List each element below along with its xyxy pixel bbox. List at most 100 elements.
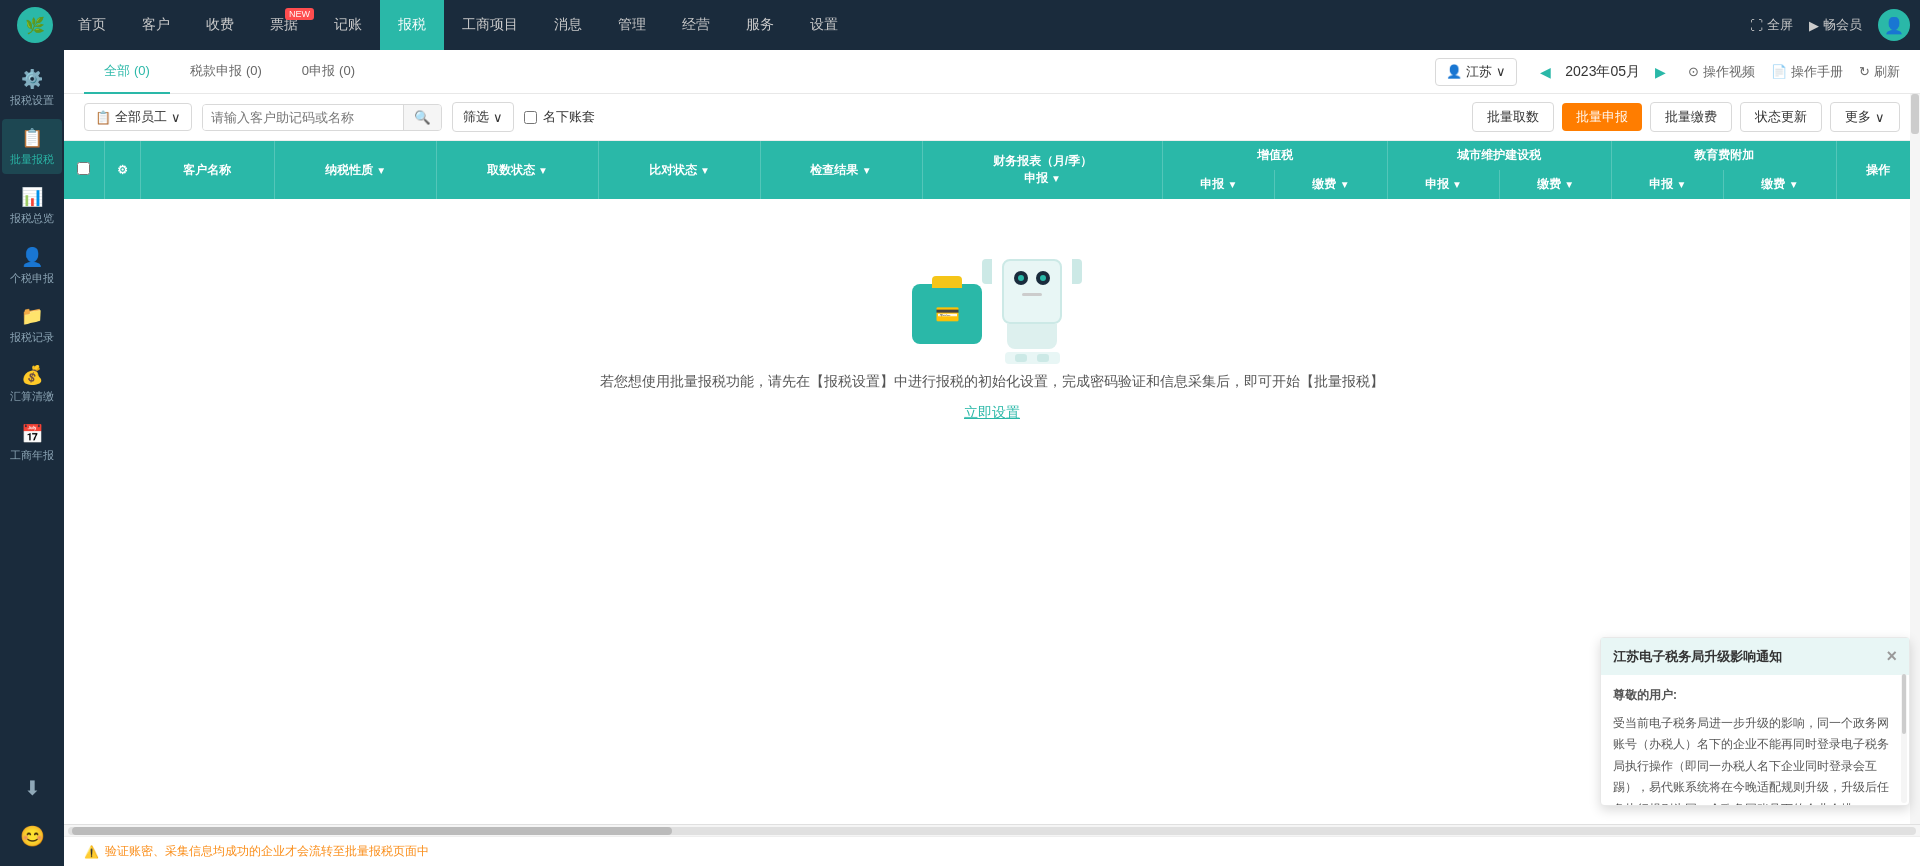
- nav-item-operation[interactable]: 经营: [664, 0, 728, 50]
- nav-item-invoice[interactable]: 票据 NEW: [252, 0, 316, 50]
- top-nav: 🌿 首页 客户 收费 票据 NEW 记账 报税 工商项目 消息 管理 经营 服务…: [0, 0, 1920, 50]
- nav-item-bookkeeping[interactable]: 记账: [316, 0, 380, 50]
- tax-overview-icon: 📊: [21, 186, 43, 208]
- sidebar-item-settlement[interactable]: 💰 汇算清缴: [2, 356, 62, 411]
- batch-declare-btn[interactable]: 批量申报: [1562, 103, 1642, 131]
- tabs-left: 全部 (0) 税款申报 (0) 0申报 (0): [84, 50, 375, 94]
- nav-item-settings[interactable]: 设置: [792, 0, 856, 50]
- setup-link[interactable]: 立即设置: [964, 404, 1020, 422]
- vat-declare-filter-icon[interactable]: ▼: [1228, 179, 1238, 190]
- tab-zero-declaration[interactable]: 0申报 (0): [282, 50, 375, 94]
- sidebar-item-batch-tax[interactable]: 📋 批量报税: [2, 119, 62, 174]
- nav-item-service[interactable]: 服务: [728, 0, 792, 50]
- tab-all[interactable]: 全部 (0): [84, 50, 170, 94]
- nav-item-management[interactable]: 管理: [600, 0, 664, 50]
- employee-icon: 📋: [95, 110, 111, 125]
- city-pay-filter-icon[interactable]: ▼: [1564, 179, 1574, 190]
- warning-icon: ⚠️: [84, 845, 99, 859]
- video-btn[interactable]: ⊙ 操作视频: [1688, 63, 1755, 81]
- video-icon: ⊙: [1688, 64, 1699, 79]
- member-icon: ▶: [1809, 18, 1819, 33]
- nav-item-home[interactable]: 首页: [60, 0, 124, 50]
- fetch-status-filter-icon[interactable]: ▼: [538, 165, 548, 176]
- empty-state: 💳: [64, 199, 1920, 482]
- nav-item-business[interactable]: 工商项目: [444, 0, 536, 50]
- new-badge: NEW: [285, 8, 314, 20]
- nav-item-billing[interactable]: 收费: [188, 0, 252, 50]
- filter-btn[interactable]: 筛选 ∨: [452, 102, 514, 132]
- refresh-btn[interactable]: ↻ 刷新: [1859, 63, 1900, 81]
- manual-btn[interactable]: 📄 操作手册: [1771, 63, 1843, 81]
- settlement-icon: 💰: [21, 364, 43, 386]
- province-user-icon: 👤: [1446, 64, 1462, 79]
- layout: ⚙️ 报税设置 📋 批量报税 📊 报税总览 👤 个税申报 📁 报税记录 💰 汇算…: [0, 50, 1920, 866]
- batch-tax-icon: 📋: [21, 127, 43, 149]
- sidebar-item-annual-report[interactable]: 📅 工商年报: [2, 415, 62, 470]
- check-result-filter-icon[interactable]: ▼: [862, 165, 872, 176]
- tab-all-count: (0): [134, 63, 150, 78]
- member-btn[interactable]: ▶ 畅会员: [1809, 16, 1862, 34]
- tax-type-filter-icon[interactable]: ▼: [376, 165, 386, 176]
- v-scroll-thumb[interactable]: [1902, 674, 1906, 734]
- h-scroll-area[interactable]: [64, 824, 1920, 836]
- v-scroll-indicator[interactable]: [1901, 674, 1907, 803]
- sidebar-item-personal-tax[interactable]: 👤 个税申报: [2, 238, 62, 293]
- sidebar: ⚙️ 报税设置 📋 批量报税 📊 报税总览 👤 个税申报 📁 报税记录 💰 汇算…: [0, 50, 64, 866]
- month-nav: ◀ 2023年05月 ▶: [1533, 60, 1672, 84]
- tabs-row: 全部 (0) 税款申报 (0) 0申报 (0) 👤 江苏 ∨: [64, 50, 1920, 94]
- next-month-btn[interactable]: ▶: [1648, 60, 1672, 84]
- fullscreen-icon: ⛶: [1750, 18, 1763, 33]
- employee-select[interactable]: 📋 全部员工 ∨: [84, 103, 192, 131]
- fullscreen-btn[interactable]: ⛶ 全屏: [1750, 16, 1793, 34]
- tab-tax-declaration[interactable]: 税款申报 (0): [170, 50, 282, 94]
- sidebar-item-tax-record[interactable]: 📁 报税记录: [2, 297, 62, 352]
- edu-declare-filter-icon[interactable]: ▼: [1677, 179, 1687, 190]
- tax-record-icon: 📁: [21, 305, 43, 327]
- filter-row: 📋 全部员工 ∨ 🔍 筛选 ∨ 名下账套 批量取数 批量申报 批量缴费 状: [64, 94, 1920, 141]
- checkbox-label[interactable]: 名下账套: [524, 108, 595, 126]
- nav-item-customer[interactable]: 客户: [124, 0, 188, 50]
- h-scroll-thumb[interactable]: [72, 827, 672, 835]
- more-btn[interactable]: 更多 ∨: [1830, 102, 1900, 132]
- compare-status-filter-icon[interactable]: ▼: [700, 165, 710, 176]
- employee-chevron-icon: ∨: [171, 110, 181, 125]
- empty-state-text: 若您想使用批量报税功能，请先在【报税设置】中进行报税的初始化设置，完成密码验证和…: [600, 369, 1384, 394]
- robot-illustration: 💳: [912, 259, 1072, 349]
- manual-icon: 📄: [1771, 64, 1787, 79]
- search-input[interactable]: [203, 105, 403, 130]
- gear-icon[interactable]: ⚙: [117, 163, 128, 177]
- sidebar-download[interactable]: ⬇: [12, 768, 52, 808]
- city-declare-filter-icon[interactable]: ▼: [1452, 179, 1462, 190]
- sidebar-item-tax-overview[interactable]: 📊 报税总览: [2, 178, 62, 233]
- province-chevron-icon: ∨: [1496, 64, 1506, 79]
- status-bar: ⚠️ 验证账密、采集信息均成功的企业才会流转至批量报税页面中: [64, 836, 1920, 866]
- month-province-row: 👤 江苏 ∨ ◀ 2023年05月 ▶ ⊙ 操作视频 📄 操作: [1435, 58, 1900, 86]
- status-update-btn[interactable]: 状态更新: [1740, 102, 1822, 132]
- nav-item-message[interactable]: 消息: [536, 0, 600, 50]
- batch-fetch-btn[interactable]: 批量取数: [1472, 102, 1554, 132]
- batch-pay-btn[interactable]: 批量缴费: [1650, 102, 1732, 132]
- province-selector[interactable]: 👤 江苏 ∨: [1435, 58, 1517, 86]
- nav-item-tax[interactable]: 报税: [380, 0, 444, 50]
- vat-pay-filter-icon[interactable]: ▼: [1340, 179, 1350, 190]
- table-select-all-checkbox[interactable]: [77, 162, 90, 175]
- avatar[interactable]: 👤: [1878, 9, 1910, 41]
- account-checkbox[interactable]: [524, 111, 537, 124]
- tab-tax-count: (0): [246, 63, 262, 78]
- main-v-scrollbar[interactable]: [1910, 94, 1920, 824]
- h-scroll-track[interactable]: [68, 827, 1916, 835]
- sidebar-user[interactable]: 😊: [12, 816, 52, 856]
- logo: 🌿: [10, 0, 60, 50]
- fin-declare-filter-icon[interactable]: ▼: [1051, 173, 1061, 184]
- search-input-wrap: 🔍: [202, 104, 442, 131]
- data-table: ⚙ 客户名称 纳税性质 ▼ 取数状态 ▼ 比对状态: [64, 141, 1920, 482]
- notification-close-btn[interactable]: ×: [1886, 646, 1897, 667]
- prev-month-btn[interactable]: ◀: [1533, 60, 1557, 84]
- search-btn[interactable]: 🔍: [403, 105, 441, 130]
- personal-tax-icon: 👤: [21, 246, 43, 268]
- edu-pay-filter-icon[interactable]: ▼: [1789, 179, 1799, 190]
- month-text: 2023年05月: [1565, 63, 1640, 81]
- main-v-scroll-thumb[interactable]: [1911, 94, 1919, 134]
- nav-items: 首页 客户 收费 票据 NEW 记账 报税 工商项目 消息 管理 经营 服务 设…: [60, 0, 1750, 50]
- sidebar-item-tax-settings[interactable]: ⚙️ 报税设置: [2, 60, 62, 115]
